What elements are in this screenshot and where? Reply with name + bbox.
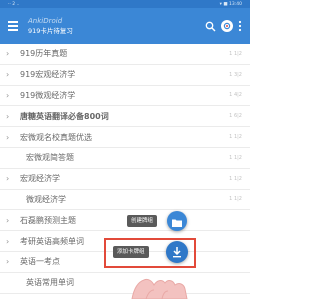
deck-count: 1 4|2 (229, 92, 242, 99)
download-icon (172, 243, 182, 262)
folder-icon (172, 212, 182, 231)
deck-row[interactable]: › 919宏观经济学 1 3|2 (0, 65, 250, 86)
chevron-right-icon[interactable]: › (6, 49, 20, 58)
deck-row[interactable]: 英语常用单词 (0, 273, 250, 294)
deck-row[interactable]: › 919微观经济学 1 4|2 (0, 86, 250, 107)
deck-row[interactable]: 宏微观简答题 1 1|2 (0, 148, 250, 169)
chevron-right-icon[interactable]: › (6, 70, 20, 79)
deck-count: 1 1|2 (229, 50, 242, 57)
deck-label: 微观经济学 (26, 194, 66, 204)
deck-row[interactable]: 微观经济学 1 1|2 (0, 190, 250, 211)
deck-row[interactable]: › 石磊鹏预测主题 (0, 210, 250, 232)
chevron-right-icon[interactable]: › (6, 174, 20, 183)
deck-label: 919微观经济学 (20, 90, 76, 100)
create-deck-label[interactable]: 创建牌组 (127, 215, 158, 227)
deck-row[interactable]: › 宏观经济学 1 1|2 (0, 169, 250, 190)
deck-label: 919历年真题 (20, 49, 68, 59)
deck-label: 唐糖英语翻译必备800词 (20, 111, 109, 121)
add-card-label[interactable]: 添加卡牌组 (113, 246, 149, 258)
search-icon[interactable] (205, 21, 216, 32)
chevron-right-icon[interactable]: › (6, 216, 20, 225)
add-card-fab[interactable] (166, 241, 188, 263)
app-subtitle: 919卡片待复习 (28, 26, 73, 35)
deck-count: 1 1|2 (229, 196, 242, 203)
deck-count: 1 1|2 (229, 154, 242, 161)
deck-label: 宏微观简答题 (26, 153, 74, 163)
deck-count: 1 1|2 (229, 134, 242, 141)
status-left: ·· 2 .. (8, 1, 20, 7)
chevron-right-icon[interactable]: › (6, 257, 20, 266)
deck-count: 1 3|2 (229, 71, 242, 78)
chevron-right-icon[interactable]: › (6, 237, 20, 246)
deck-row[interactable]: › 宏微观名校真题优选 1 1|2 (0, 127, 250, 148)
app-title: AnkiDroid (28, 16, 63, 25)
app-titles: AnkiDroid 919卡片待复习 (26, 17, 205, 36)
menu-icon[interactable] (0, 8, 26, 44)
deck-row[interactable]: › 919历年真题 1 1|2 (0, 44, 250, 65)
app-bar: AnkiDroid 919卡片待复习 (0, 8, 250, 44)
deck-label: 宏观经济学 (20, 174, 60, 184)
chevron-right-icon[interactable]: › (6, 133, 20, 142)
deck-row[interactable]: › 唐糖英语翻译必备800词 1 6|2 (0, 106, 250, 128)
chevron-right-icon[interactable]: › (6, 112, 20, 121)
deck-count: 1 6|2 (229, 113, 242, 120)
status-bar: ·· 2 .. ▾ ■ 13:40 (0, 0, 250, 8)
create-deck-button[interactable] (167, 211, 187, 231)
deck-label: 919宏观经济学 (20, 70, 76, 80)
deck-label: 英语常用单词 (26, 278, 74, 288)
sync-icon[interactable] (221, 20, 233, 32)
chevron-right-icon[interactable]: › (6, 91, 20, 100)
deck-label: 宏微观名校真题优选 (20, 132, 92, 142)
deck-count: 1 1|2 (229, 175, 242, 182)
more-icon[interactable] (238, 20, 242, 32)
status-right: ▾ ■ 13:40 (219, 1, 242, 7)
